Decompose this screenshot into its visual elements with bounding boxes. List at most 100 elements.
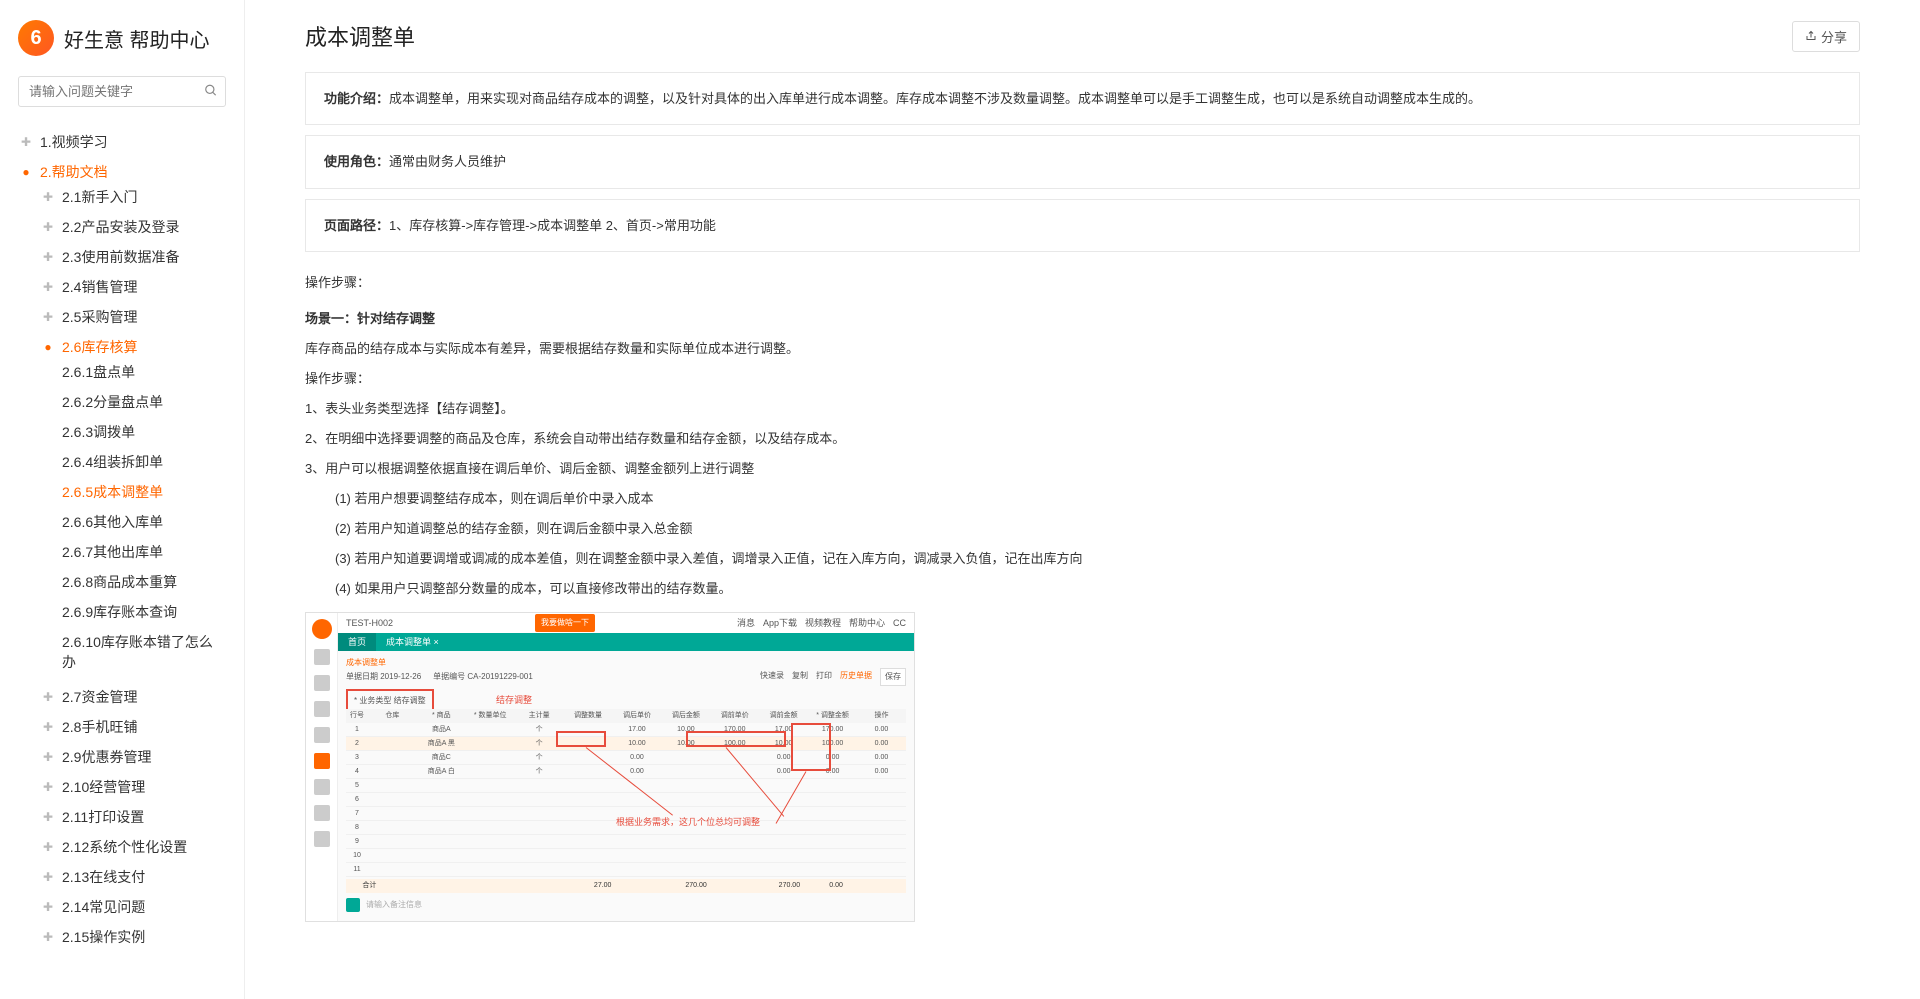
path-box: 页面路径：1、库存核算->库存管理->成本调整单 2、首页->常用功能	[305, 199, 1860, 252]
nav-2-6-9[interactable]: 2.6.9库存账本查询	[62, 597, 226, 627]
ss-totals-row: 合计 27.00 270.00 270.00 0.00	[346, 879, 906, 893]
intro-label: 功能介绍：	[324, 91, 389, 106]
step3-2: (2) 若用户知道调整总的结存金额，则在调后金额中录入总金额	[335, 516, 1860, 542]
ss-annotation-1: 结存调整	[496, 691, 532, 709]
nav-help-docs[interactable]: ●2.帮助文档	[18, 162, 226, 182]
page-title: 成本调整单	[305, 20, 415, 52]
ss-menu-icon	[314, 831, 330, 847]
nav-2-10[interactable]: ✚2.10经营管理	[40, 777, 226, 797]
role-label: 使用角色：	[324, 154, 389, 169]
nav-2-6-8[interactable]: 2.6.8商品成本重算	[62, 567, 226, 597]
intro-text: 成本调整单，用来实现对商品结存成本的调整，以及针对具体的出入库单进行成本调整。库…	[389, 91, 1481, 106]
plus-icon: ✚	[18, 134, 34, 150]
role-box: 使用角色：通常由财务人员维护	[305, 135, 1860, 188]
share-icon	[1805, 30, 1817, 42]
ss-quick: 快速录	[760, 668, 784, 686]
search-input[interactable]	[18, 76, 226, 107]
plus-icon: ✚	[40, 219, 56, 235]
nav-2-5[interactable]: ✚2.5采购管理	[40, 307, 226, 327]
scene1-desc: 库存商品的结存成本与实际成本有差异，需要根据结存数量和实际单位成本进行调整。	[305, 336, 1860, 362]
ss-msg: 消息	[737, 614, 755, 632]
ss-menu-icon	[314, 649, 330, 665]
intro-box: 功能介绍：成本调整单，用来实现对商品结存成本的调整，以及针对具体的出入库单进行成…	[305, 72, 1860, 125]
ss-app: App下载	[763, 614, 797, 632]
plus-icon: ✚	[40, 779, 56, 795]
path-label: 页面路径：	[324, 218, 389, 233]
logo-row: 6 好生意 帮助中心	[18, 20, 226, 56]
main-content: 成本调整单 分享 功能介绍：成本调整单，用来实现对商品结存成本的调整，以及针对具…	[245, 0, 1920, 999]
step2: 2、在明细中选择要调整的商品及仓库，系统会自动带出结存数量和结存金额，以及结存成…	[305, 426, 1860, 452]
nav-2-7[interactable]: ✚2.7资金管理	[40, 687, 226, 707]
ss-highlight-box	[686, 731, 786, 747]
nav-2-11[interactable]: ✚2.11打印设置	[40, 807, 226, 827]
nav-2-6-6[interactable]: 2.6.6其他入库单	[62, 507, 226, 537]
nav-tree: ✚1.视频学习 ●2.帮助文档 ✚2.1新手入门 ✚2.2产品安装及登录 ✚2.…	[18, 127, 226, 957]
path-text: 1、库存核算->库存管理->成本调整单 2、首页->常用功能	[389, 218, 716, 233]
ss-footer: 请输入备注信息	[346, 897, 422, 913]
steps-header: 操作步骤：	[305, 366, 1860, 392]
ss-menu-icon	[314, 701, 330, 717]
plus-icon: ✚	[40, 749, 56, 765]
nav-2-13[interactable]: ✚2.13在线支付	[40, 867, 226, 887]
ss-logo-icon	[312, 619, 332, 639]
plus-icon: ✚	[40, 249, 56, 265]
steps-label: 操作步骤：	[305, 270, 1860, 296]
share-button[interactable]: 分享	[1792, 21, 1860, 52]
ss-menu-icon	[314, 805, 330, 821]
ss-action-btn: 我要做啥一下	[535, 614, 595, 632]
nav-2-1[interactable]: ✚2.1新手入门	[40, 187, 226, 207]
ss-user: CC	[893, 614, 906, 632]
ss-tab-doc: 成本调整单 ×	[376, 633, 449, 651]
ss-tab-home: 首页	[338, 633, 376, 651]
plus-icon: ✚	[40, 839, 56, 855]
plus-icon: ✚	[40, 689, 56, 705]
minus-icon: ●	[18, 164, 34, 180]
ss-note-icon	[346, 898, 360, 912]
nav-2-3[interactable]: ✚2.3使用前数据准备	[40, 247, 226, 267]
plus-icon: ✚	[40, 929, 56, 945]
step3-4: (4) 如果用户只调整部分数量的成本，可以直接修改带出的结存数量。	[335, 576, 1860, 602]
ss-help: 帮助中心	[849, 614, 885, 632]
ss-history: 历史单据	[840, 668, 872, 686]
nav-2-6-1[interactable]: 2.6.1盘点单	[62, 357, 226, 387]
nav-2-8[interactable]: ✚2.8手机旺铺	[40, 717, 226, 737]
nav-2-14[interactable]: ✚2.14常见问题	[40, 897, 226, 917]
ss-video: 视频教程	[805, 614, 841, 632]
ss-highlight-box	[791, 723, 831, 771]
plus-icon: ✚	[40, 899, 56, 915]
search-icon[interactable]	[204, 83, 218, 100]
ss-copy: 复制	[792, 668, 808, 686]
nav-2-6-10[interactable]: 2.6.10库存账本错了怎么办	[62, 627, 226, 677]
brand-title: 好生意 帮助中心	[64, 24, 210, 53]
ss-highlight-box	[556, 731, 606, 747]
ss-org: TEST-H002	[346, 614, 393, 632]
nav-2-12[interactable]: ✚2.12系统个性化设置	[40, 837, 226, 857]
step3-3: (3) 若用户知道要调增或调减的成本差值，则在调整金额中录入差值，调增录入正值，…	[335, 546, 1860, 572]
steps-block: 操作步骤： 场景一：针对结存调整 库存商品的结存成本与实际成本有差异，需要根据结…	[305, 270, 1860, 922]
nav-2-9[interactable]: ✚2.9优惠券管理	[40, 747, 226, 767]
nav-2-6-2[interactable]: 2.6.2分量盘点单	[62, 387, 226, 417]
plus-icon: ✚	[40, 719, 56, 735]
sidebar: 6 好生意 帮助中心 ✚1.视频学习 ●2.帮助文档 ✚2.1新手入门 ✚2.2…	[0, 0, 245, 999]
nav-2-6-3[interactable]: 2.6.3调拨单	[62, 417, 226, 447]
minus-icon: ●	[40, 339, 56, 355]
nav-2-6-7[interactable]: 2.6.7其他出库单	[62, 537, 226, 567]
nav-2-15[interactable]: ✚2.15操作实例	[40, 927, 226, 947]
ss-menu-icon	[314, 675, 330, 691]
nav-2-4[interactable]: ✚2.4销售管理	[40, 277, 226, 297]
scene1-title: 场景一：针对结存调整	[305, 306, 1860, 332]
plus-icon: ✚	[40, 309, 56, 325]
nav-2-6-4[interactable]: 2.6.4组装拆卸单	[62, 447, 226, 477]
nav-2-2[interactable]: ✚2.2产品安装及登录	[40, 217, 226, 237]
nav-video[interactable]: ✚1.视频学习	[18, 132, 226, 152]
search-box	[18, 76, 226, 107]
step1: 1、表头业务类型选择【结存调整】。	[305, 396, 1860, 422]
plus-icon: ✚	[40, 189, 56, 205]
ss-menu-icon	[314, 779, 330, 795]
plus-icon: ✚	[40, 279, 56, 295]
nav-2-6-5[interactable]: 2.6.5成本调整单	[62, 477, 226, 507]
step3: 3、用户可以根据调整依据直接在调后单价、调后金额、调整金额列上进行调整	[305, 456, 1860, 482]
nav-2-6[interactable]: ●2.6库存核算	[40, 337, 226, 357]
logo-icon: 6	[18, 20, 54, 56]
ss-print: 打印	[816, 668, 832, 686]
